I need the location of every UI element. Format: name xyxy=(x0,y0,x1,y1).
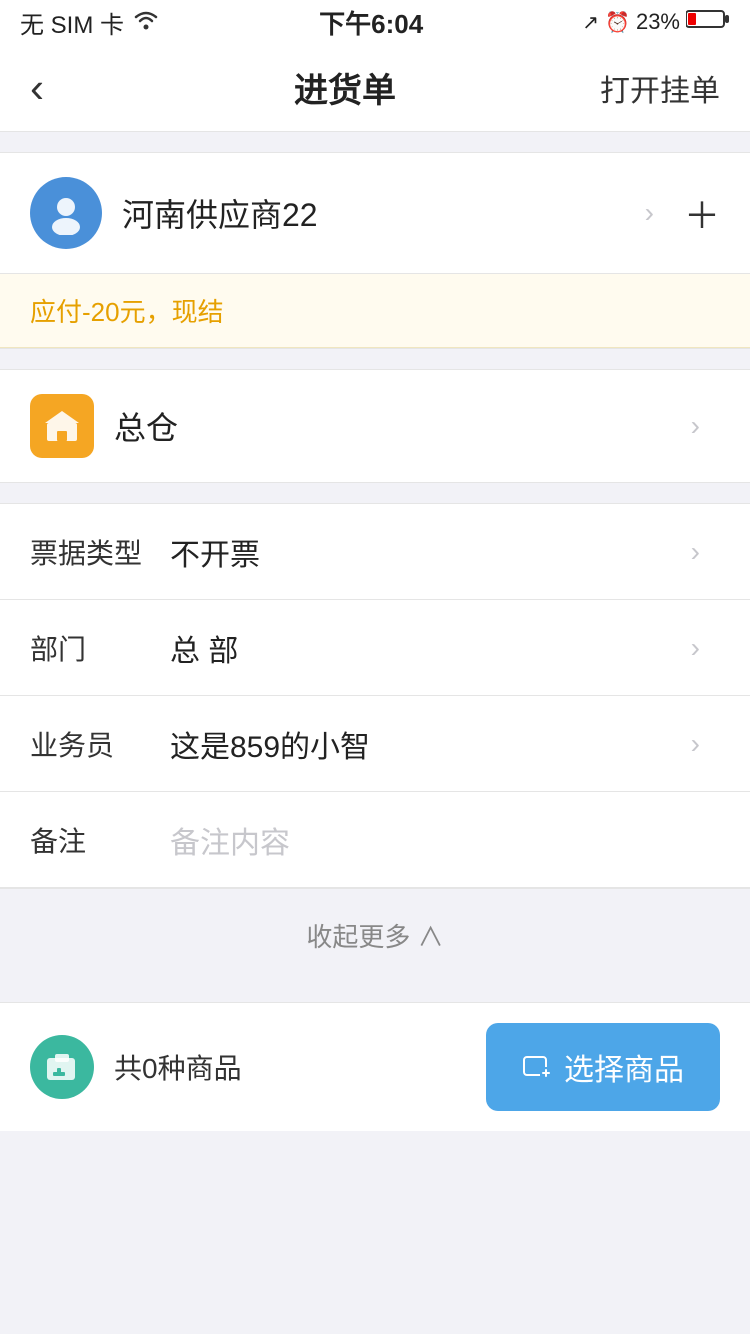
collapse-button[interactable]: 收起更多 ∧ xyxy=(0,889,750,982)
notice-banner: 应付-20元，现结 xyxy=(0,274,750,348)
back-button[interactable]: ‹ xyxy=(30,64,90,112)
select-product-button[interactable]: 选择商品 xyxy=(486,1023,720,1111)
supplier-card: 河南供应商22 › ＋ 应付-20元，现结 xyxy=(0,152,750,349)
battery-percent: 23% xyxy=(636,9,680,35)
select-product-icon xyxy=(522,1051,554,1083)
supplier-name: 河南供应商22 xyxy=(122,190,645,236)
salesman-chevron-icon: › xyxy=(691,728,700,760)
remark-input[interactable]: 备注内容 xyxy=(170,818,720,862)
warehouse-chevron-icon: › xyxy=(691,410,700,442)
carrier-text: 无 SIM 卡 xyxy=(20,5,124,40)
section-gap-2 xyxy=(0,349,750,369)
location-icon: ↗ xyxy=(582,10,599,35)
notice-text: 应付-20元，现结 xyxy=(30,297,224,327)
invoice-row[interactable]: 票据类型 不开票 › xyxy=(0,504,750,600)
remark-label: 备注 xyxy=(30,820,170,860)
battery-icon xyxy=(686,8,730,36)
collapse-label: 收起更多 ∧ xyxy=(306,917,443,954)
page-content: 河南供应商22 › ＋ 应付-20元，现结 总仓 › 票据类型 不开票 › xyxy=(0,132,750,1334)
wifi-icon xyxy=(132,8,160,37)
remark-row[interactable]: 备注 备注内容 xyxy=(0,792,750,888)
status-time: 下午6:04 xyxy=(319,4,423,41)
page-title: 进货单 xyxy=(294,63,396,112)
nav-bar: ‹ 进货单 打开挂单 xyxy=(0,44,750,132)
form-card: 票据类型 不开票 › 部门 总 部 › 业务员 这是859的小智 › 备注 备注… xyxy=(0,503,750,889)
select-product-label: 选择商品 xyxy=(564,1045,684,1089)
dept-chevron-icon: › xyxy=(691,632,700,664)
section-gap-1 xyxy=(0,132,750,152)
bottom-bar: 共0种商品 选择商品 xyxy=(0,1002,750,1131)
status-right: ↗ ⏰ 23% xyxy=(582,8,730,36)
supplier-avatar xyxy=(30,177,102,249)
warehouse-icon xyxy=(30,394,94,458)
status-bar: 无 SIM 卡 下午6:04 ↗ ⏰ 23% xyxy=(0,0,750,44)
product-icon xyxy=(30,1035,94,1099)
warehouse-row[interactable]: 总仓 › xyxy=(0,369,750,483)
salesman-row[interactable]: 业务员 这是859的小智 › xyxy=(0,696,750,792)
open-pending-button[interactable]: 打开挂单 xyxy=(600,66,720,110)
dept-label: 部门 xyxy=(30,628,170,668)
invoice-value: 不开票 xyxy=(170,530,691,574)
section-gap-3 xyxy=(0,483,750,503)
supplier-chevron-icon: › xyxy=(645,197,654,229)
add-supplier-button[interactable]: ＋ xyxy=(684,187,720,239)
section-gap-4 xyxy=(0,982,750,1002)
product-count: 共0种商品 xyxy=(114,1047,466,1087)
alarm-icon: ⏰ xyxy=(605,10,630,35)
salesman-value: 这是859的小智 xyxy=(170,722,691,766)
supplier-row[interactable]: 河南供应商22 › ＋ xyxy=(0,153,750,274)
status-left: 无 SIM 卡 xyxy=(20,5,160,40)
dept-value: 总 部 xyxy=(170,626,691,670)
warehouse-name: 总仓 xyxy=(114,403,691,449)
dept-row[interactable]: 部门 总 部 › xyxy=(0,600,750,696)
invoice-label: 票据类型 xyxy=(30,532,170,572)
invoice-chevron-icon: › xyxy=(691,536,700,568)
salesman-label: 业务员 xyxy=(30,724,170,764)
